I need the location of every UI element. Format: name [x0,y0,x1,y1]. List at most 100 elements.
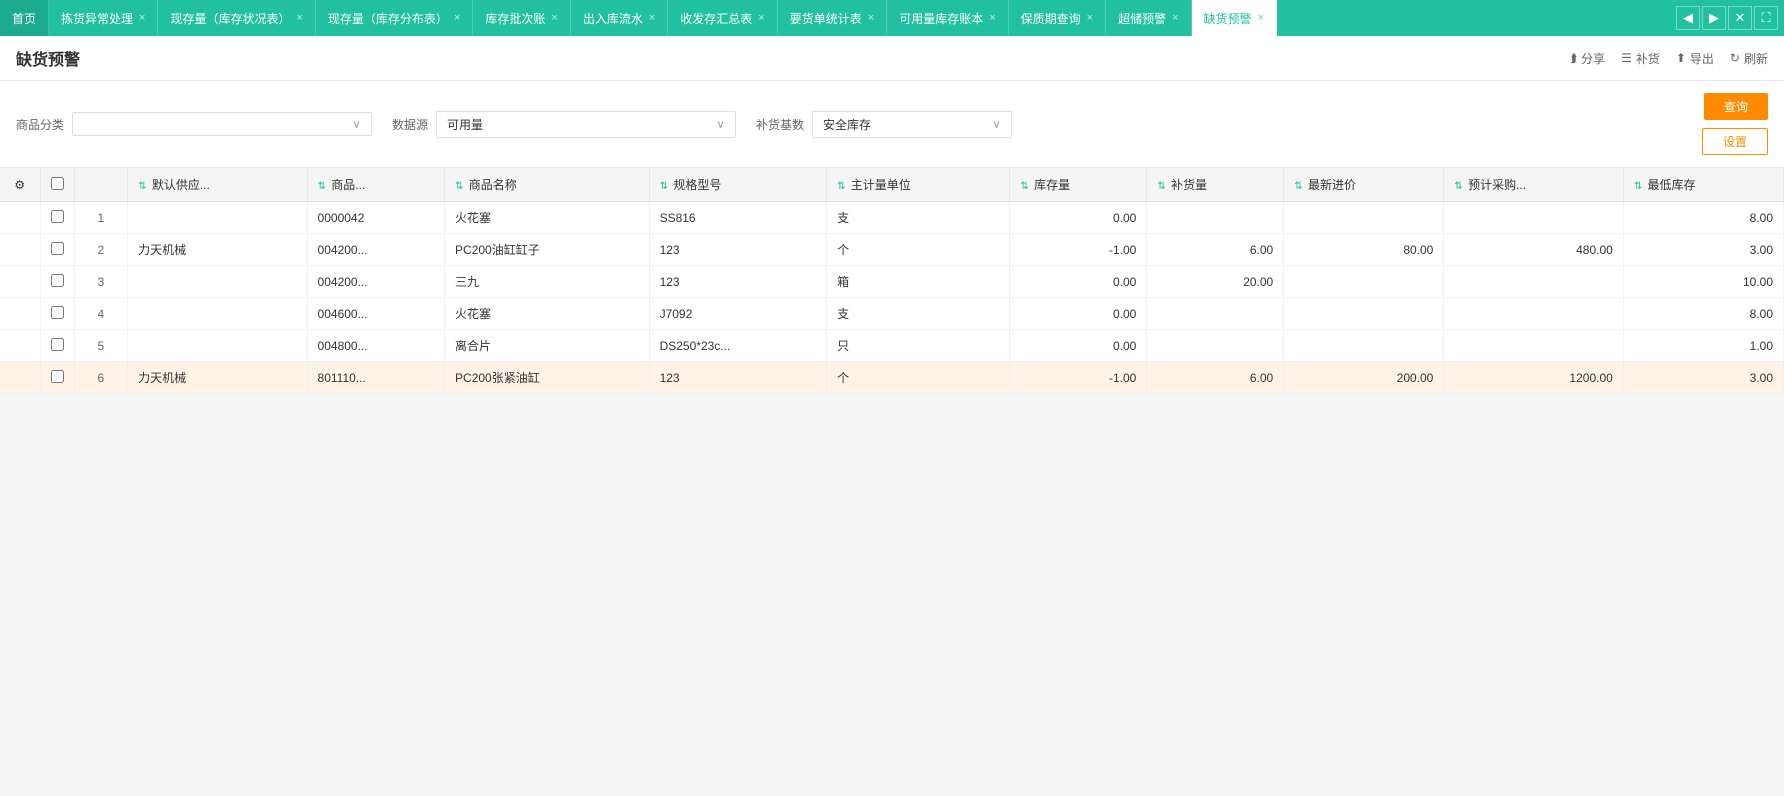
td-estimated-purchase [1444,266,1623,298]
nav-tab-inventory-dist[interactable]: 现存量（库存分布表） × [316,0,473,36]
td-estimated-purchase [1444,330,1623,362]
td-stock: 0.00 [1010,202,1147,234]
export-label: 导出 [1690,50,1714,67]
nav-tab-shortage-close[interactable]: × [1258,12,1264,24]
replenish-base-select[interactable]: 安全库存 ∨ [812,111,1012,138]
td-min-stock: 10.00 [1623,266,1783,298]
th-latest-price-label: 最新进价 [1308,178,1356,192]
datasource-select[interactable]: 可用量 ∨ [436,111,736,138]
sort-unit-icon: ⇅ [837,181,845,192]
td-product-name: 三九 [445,266,650,298]
row-checkbox[interactable] [51,274,64,287]
nav-tab-inout-flow[interactable]: 出入库流水 × [571,0,668,36]
td-latest-price: 200.00 [1284,362,1444,394]
settings-button[interactable]: 设置 [1702,128,1768,155]
th-unit[interactable]: ⇅ 主计量单位 [827,168,1010,202]
td-supplier [128,330,307,362]
td-row-num: 3 [74,266,128,298]
category-select[interactable]: ∨ [72,112,372,136]
td-checkbox[interactable] [40,266,74,298]
td-checkbox[interactable] [40,330,74,362]
nav-tab-inventory-status-close[interactable]: × [296,12,302,24]
nav-tab-order-stat[interactable]: 要货单统计表 × [778,0,887,36]
header-actions: ⮭ 分享 ☰ 补货 ⬆ 导出 ↻ 刷新 [1570,50,1768,67]
row-checkbox[interactable] [51,338,64,351]
sort-min-stock-icon: ⇅ [1634,181,1642,192]
nav-fullscreen-button[interactable]: ⛶ [1754,6,1778,30]
th-replenish-qty[interactable]: ⇅ 补货量 [1147,168,1284,202]
nav-tab-batch-account-close[interactable]: × [551,12,557,24]
export-button[interactable]: ⬆ 导出 [1676,50,1714,67]
td-latest-price [1284,298,1444,330]
td-supplier: 力天机械 [128,234,307,266]
th-product-name[interactable]: ⇅ 商品名称 [445,168,650,202]
query-button[interactable]: 查询 [1704,93,1768,120]
row-checkbox[interactable] [51,370,64,383]
td-estimated-purchase: 480.00 [1444,234,1623,266]
nav-tab-order-stat-close[interactable]: × [868,12,874,24]
nav-tab-inventory-status[interactable]: 现存量（库存状况表） × [158,0,315,36]
replenish-label: 补货 [1636,50,1660,67]
td-checkbox[interactable] [40,202,74,234]
nav-tab-expiry[interactable]: 保质期查询 × [1009,0,1106,36]
th-estimated-purchase[interactable]: ⇅ 预计采购... [1444,168,1623,202]
th-product-name-label: 商品名称 [469,178,517,192]
td-checkbox[interactable] [40,362,74,394]
nav-tab-available-ledger-close[interactable]: × [989,12,995,24]
td-checkbox[interactable] [40,298,74,330]
th-spec[interactable]: ⇅ 规格型号 [649,168,826,202]
td-estimated-purchase [1444,298,1623,330]
nav-tab-inout-flow-close[interactable]: × [649,12,655,24]
nav-tab-available-ledger[interactable]: 可用量库存账本 × [887,0,1008,36]
nav-close-button[interactable]: ✕ [1728,6,1752,30]
th-stock[interactable]: ⇅ 库存量 [1010,168,1147,202]
td-checkbox[interactable] [40,234,74,266]
td-replenish-qty: 6.00 [1147,234,1284,266]
nav-tab-overstock[interactable]: 超储预警 × [1106,0,1191,36]
nav-tab-recv-summary[interactable]: 收发存汇总表 × [668,0,777,36]
select-all-checkbox[interactable] [51,177,64,190]
th-latest-price[interactable]: ⇅ 最新进价 [1284,168,1444,202]
td-product-name: 火花塞 [445,202,650,234]
nav-tab-inventory-dist-label: 现存量（库存分布表） [328,10,448,27]
nav-tab-shortage[interactable]: 缺货预警 × [1192,0,1277,36]
nav-tab-batch-account-label: 库存批次账 [485,10,545,27]
sort-purchase-icon: ⇅ [1454,181,1462,192]
table-row: 2力天机械004200...PC200油缸缸子123个-1.006.0080.0… [0,234,1784,266]
table-row: 3004200...三九123箱0.0020.0010.00 [0,266,1784,298]
refresh-button[interactable]: ↻ 刷新 [1730,50,1768,67]
td-product-code: 0000042 [307,202,444,234]
td-supplier [128,298,307,330]
td-unit: 支 [827,298,1010,330]
nav-tab-expiry-close[interactable]: × [1087,12,1093,24]
row-checkbox[interactable] [51,306,64,319]
share-button[interactable]: ⮭ 分享 [1570,50,1605,67]
th-min-stock[interactable]: ⇅ 最低库存 [1623,168,1783,202]
nav-tab-exception[interactable]: 拣货异常处理 × [49,0,158,36]
td-gear [0,362,40,394]
row-checkbox[interactable] [51,242,64,255]
nav-tab-inventory-dist-close[interactable]: × [454,12,460,24]
td-spec: 123 [649,234,826,266]
td-latest-price: 80.00 [1284,234,1444,266]
row-checkbox[interactable] [51,210,64,223]
nav-tab-home[interactable]: 首页 [0,0,49,36]
sort-replenish-icon: ⇅ [1157,181,1165,192]
nav-tab-recv-summary-close[interactable]: × [758,12,764,24]
th-default-supplier[interactable]: ⇅ 默认供应... [128,168,307,202]
share-icon: ⮭ [1570,51,1577,66]
replenish-button[interactable]: ☰ 补货 [1621,50,1660,67]
nav-prev-button[interactable]: ◀ [1676,6,1700,30]
td-min-stock: 3.00 [1623,234,1783,266]
td-row-num: 4 [74,298,128,330]
th-gear[interactable]: ⚙ [0,168,40,202]
th-checkbox[interactable] [40,168,74,202]
td-latest-price [1284,202,1444,234]
nav-tab-overstock-close[interactable]: × [1172,12,1178,24]
nav-tab-exception-close[interactable]: × [139,12,145,24]
datasource-chevron-icon: ∨ [716,117,725,131]
nav-tab-batch-account[interactable]: 库存批次账 × [473,0,570,36]
nav-next-button[interactable]: ▶ [1702,6,1726,30]
th-product-code[interactable]: ⇅ 商品... [307,168,444,202]
td-spec: 123 [649,266,826,298]
